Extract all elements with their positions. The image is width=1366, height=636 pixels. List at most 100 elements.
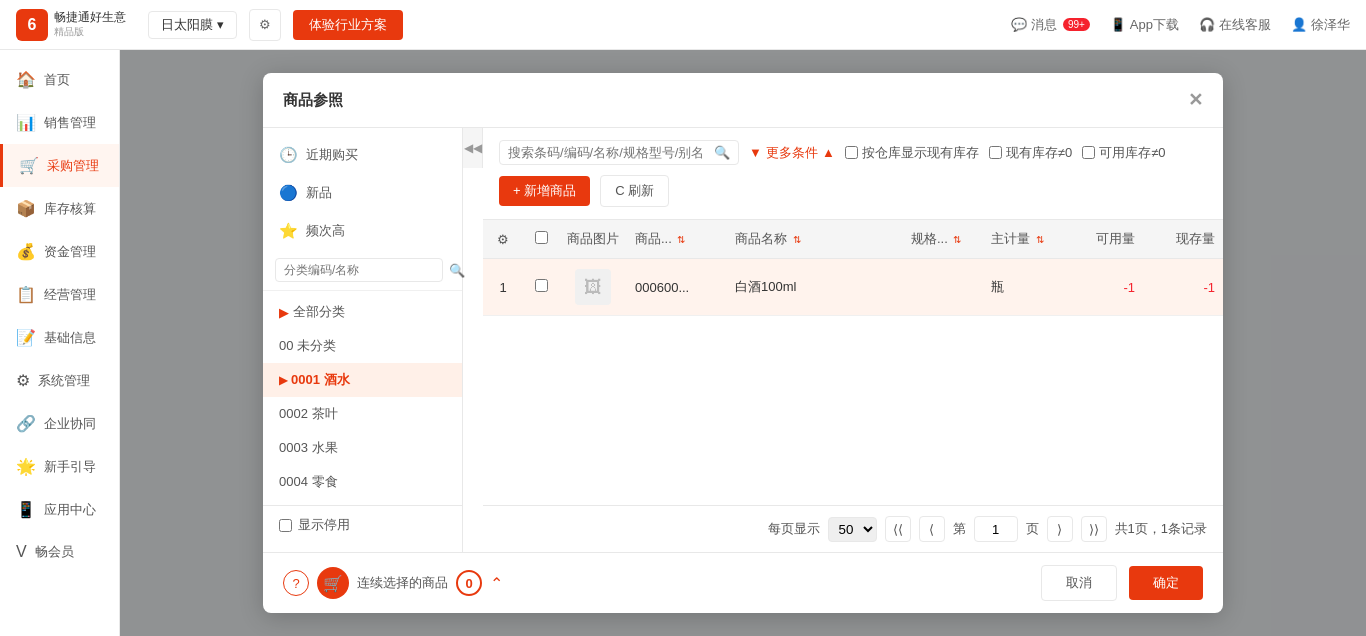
product-search-bar: 🔍 [499,140,739,165]
filter-label: 更多条件 [766,144,818,162]
nav-right: 💬 消息 99+ 📱 App下载 🎧 在线客服 👤 徐泽华 [1011,16,1350,34]
sidebar-item-operations[interactable]: 📋 经营管理 [0,273,119,316]
product-search-input[interactable] [508,145,710,160]
add-product-button[interactable]: + 新增商品 [499,176,590,206]
modal-footer: ? 🛒 连续选择的商品 0 ⌃ 取消 确定 [263,552,1223,613]
close-button[interactable]: ✕ [1188,89,1203,111]
current-stock-checkbox[interactable] [989,146,1002,159]
app-download-button[interactable]: 📱 App下载 [1110,16,1179,34]
sidebar-item-sales[interactable]: 📊 销售管理 [0,101,119,144]
show-disabled-checkbox[interactable] [279,519,292,532]
sidebar-item-label: 企业协同 [44,415,96,433]
service-button[interactable]: 🎧 在线客服 [1199,16,1271,34]
modal-right-panel: 🔍 ▼ 更多条件 ▲ 按仓库显示现有库存 [483,128,1223,552]
show-disabled-area: 显示停用 [263,505,462,544]
sidebar-item-finance[interactable]: 💰 资金管理 [0,230,119,273]
search-icon[interactable]: 🔍 [714,145,730,160]
frequent-item[interactable]: ⭐ 频次高 [263,212,462,250]
warehouse-display-filter[interactable]: 按仓库显示现有库存 [845,144,979,162]
category-uncategorized[interactable]: 00 未分类 [263,329,462,363]
sidebar-item-cooperation[interactable]: 🔗 企业协同 [0,402,119,445]
next-page-button[interactable]: ⟩ [1047,516,1073,542]
category-liquor[interactable]: ▶ 0001 酒水 [263,363,462,397]
prev-page-button[interactable]: ⟨ [919,516,945,542]
help-button[interactable]: ? [283,570,309,596]
col-header-check[interactable] [523,220,559,259]
store-selector[interactable]: 日太阳膜 ▾ [148,11,237,39]
filter-button[interactable]: ▼ 更多条件 ▲ [749,144,835,162]
message-button[interactable]: 💬 消息 99+ [1011,16,1090,34]
sidebar-item-vip[interactable]: V 畅会员 [0,531,119,573]
table-row[interactable]: 1 🖼 000600... 白酒100ml [483,259,1223,316]
user-profile[interactable]: 👤 徐泽华 [1291,16,1350,34]
col-header-stock: 现存量 [1143,220,1223,259]
col-spec-label: 规格... [911,231,948,246]
category-search-area: 🔍 [263,250,462,291]
category-snack[interactable]: 0004 零食 [263,465,462,499]
warehouse-label: 按仓库显示现有库存 [862,144,979,162]
last-page-button[interactable]: ⟩⟩ [1081,516,1107,542]
message-icon: 💬 [1011,17,1027,32]
sidebar-item-purchase[interactable]: 🛒 采购管理 [0,144,119,187]
current-stock-filter[interactable]: 现有库存≠0 [989,144,1072,162]
row-checkbox-cell[interactable] [523,259,559,316]
headset-icon: 🎧 [1199,17,1215,32]
row-checkbox[interactable] [535,279,548,292]
logo-area: 6 畅捷通好生意 精品版 [16,9,136,41]
recent-purchase-item[interactable]: 🕒 近期购买 [263,136,462,174]
first-page-button[interactable]: ⟨⟨ [885,516,911,542]
sidebar-item-label: 库存核算 [44,200,96,218]
sidebar-item-app-center[interactable]: 📱 应用中心 [0,488,119,531]
collapse-button[interactable]: ⌃ [490,574,503,593]
recent-label: 近期购买 [306,146,358,164]
col-header-image: 商品图片 [559,220,627,259]
guide-icon: 🌟 [16,457,36,476]
sidebar-item-basic-info[interactable]: 📝 基础信息 [0,316,119,359]
col-header-unit[interactable]: 主计量 ⇅ [983,220,1063,259]
per-page-select[interactable]: 50 [828,517,877,542]
category-fruit[interactable]: 0003 水果 [263,431,462,465]
sidebar-item-home[interactable]: 🏠 首页 [0,58,119,101]
modal-header: 商品参照 ✕ [263,73,1223,128]
category-all[interactable]: ▶ 全部分类 [263,295,462,329]
collapse-left-button[interactable]: ◀◀ [463,128,483,168]
col-header-name[interactable]: 商品名称 ⇅ [727,220,903,259]
cancel-button[interactable]: 取消 [1041,565,1117,601]
col-header-settings[interactable]: ⚙ [483,220,523,259]
app-label: App下载 [1130,16,1179,34]
service-label: 在线客服 [1219,16,1271,34]
category-tea[interactable]: 0002 茶叶 [263,397,462,431]
category-search-input[interactable] [275,258,443,282]
modal-title: 商品参照 [283,91,343,110]
cart-icon: 🛒 [317,567,349,599]
col-header-spec[interactable]: 规格... ⇅ [903,220,983,259]
select-all-checkbox[interactable] [535,231,548,244]
refresh-button[interactable]: C 刷新 [600,175,669,207]
row-spec-cell [903,259,983,316]
warehouse-checkbox[interactable] [845,146,858,159]
modal-left-panel: 🕒 近期购买 🔵 新品 ⭐ 频次高 [263,128,463,552]
sidebar-item-inventory[interactable]: 📦 库存核算 [0,187,119,230]
modal-left-wrapper: 🕒 近期购买 🔵 新品 ⭐ 频次高 [263,128,483,552]
available-stock-filter[interactable]: 可用库存≠0 [1082,144,1165,162]
trial-button[interactable]: 体验行业方案 [293,10,403,40]
new-product-item[interactable]: 🔵 新品 [263,174,462,212]
sidebar-item-guide[interactable]: 🌟 新手引导 [0,445,119,488]
page-number-input[interactable] [974,516,1018,542]
settings-button[interactable]: ⚙ [249,9,281,41]
show-disabled-label[interactable]: 显示停用 [279,516,446,534]
total-label: 共1页，1条记录 [1115,520,1207,538]
product-reference-modal: 商品参照 ✕ 🕒 近期购买 🔵 [263,73,1223,613]
col-header-code[interactable]: 商品... ⇅ [627,220,727,259]
confirm-button[interactable]: 确定 [1129,566,1203,600]
sidebar-item-system[interactable]: ⚙ 系统管理 [0,359,119,402]
available-stock-checkbox[interactable] [1082,146,1095,159]
cooperation-icon: 🔗 [16,414,36,433]
category-search-icon[interactable]: 🔍 [449,263,465,278]
sidebar-item-label: 新手引导 [44,458,96,476]
sort-icon: ⇅ [793,234,801,245]
category-label: 全部分类 [293,303,345,321]
filter-chevron-icon: ▲ [822,145,835,160]
frequent-label: 频次高 [306,222,345,240]
footer-info: ? 🛒 连续选择的商品 0 ⌃ [283,567,1029,599]
